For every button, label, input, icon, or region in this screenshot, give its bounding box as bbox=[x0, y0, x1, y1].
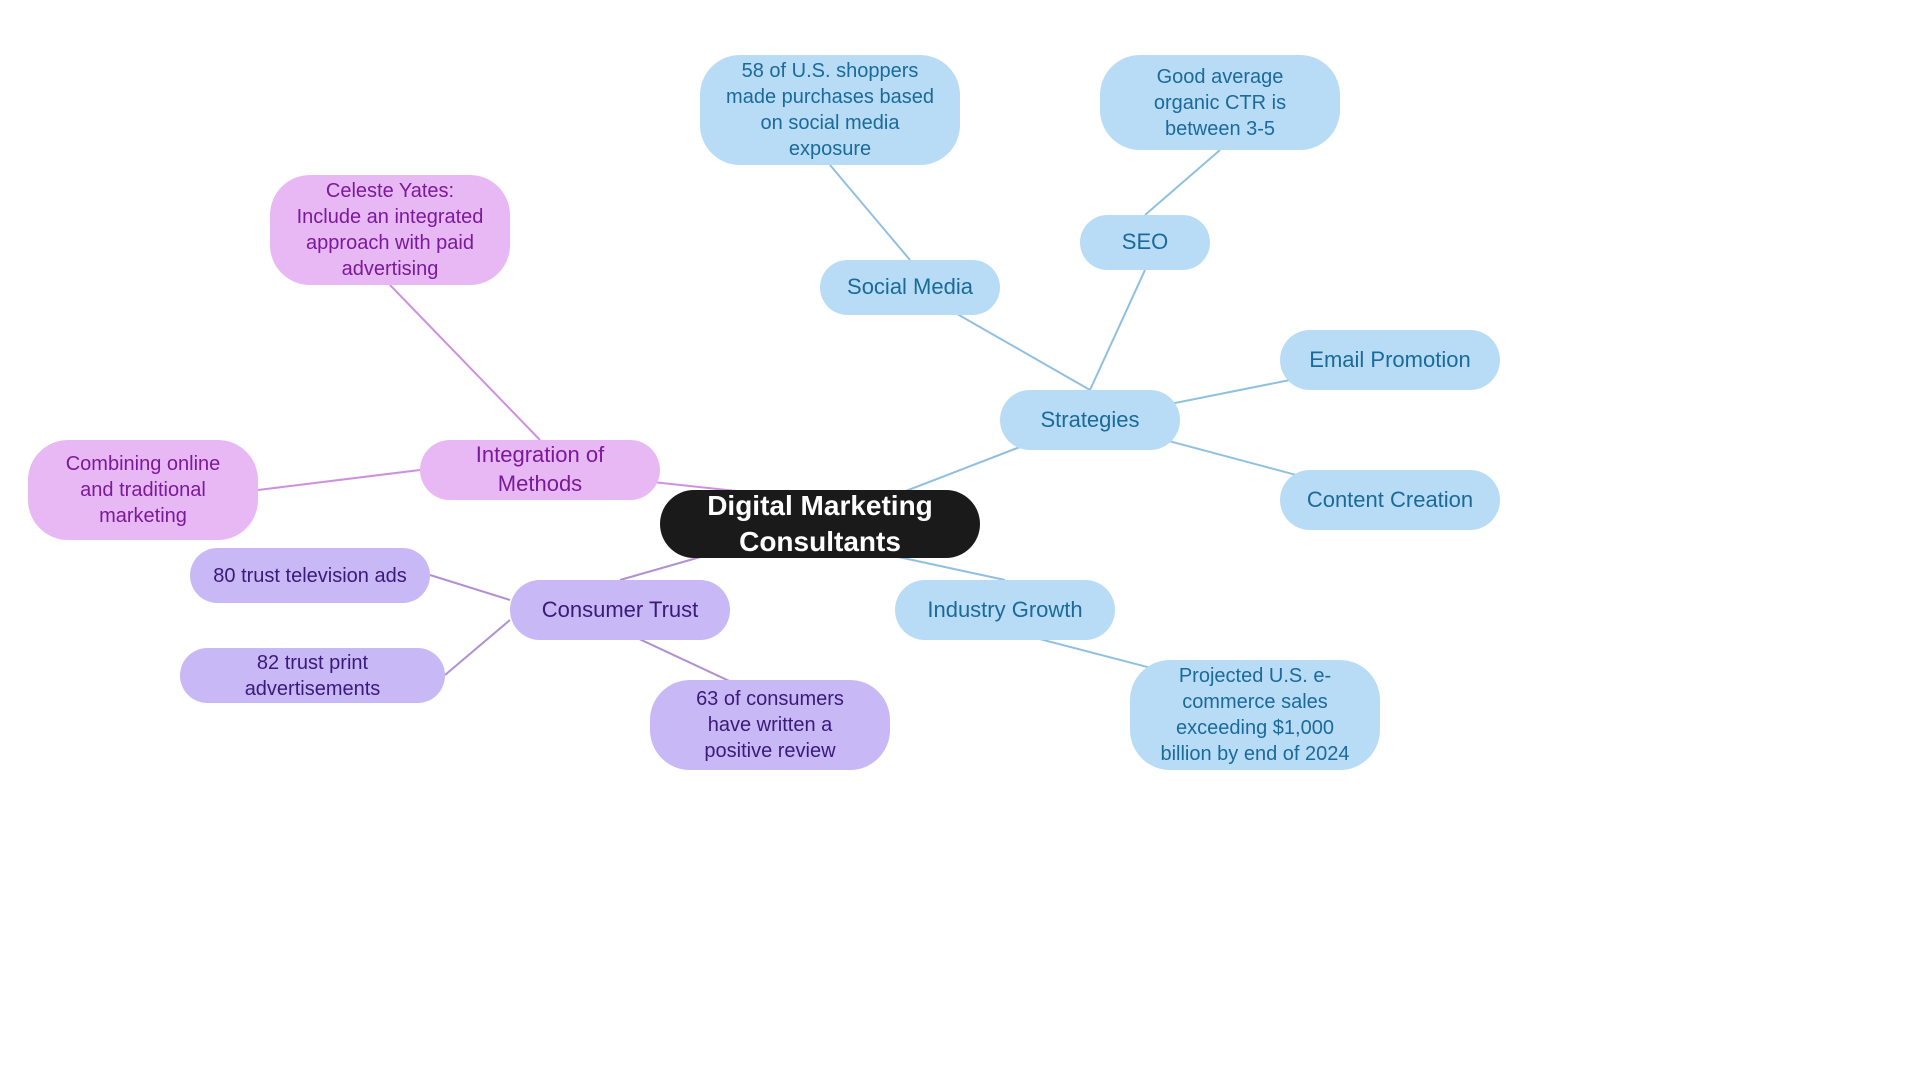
center-node: Digital Marketing Consultants bbox=[660, 490, 980, 558]
strategies-node: Strategies bbox=[1000, 390, 1180, 450]
celeste-node: Celeste Yates: Include an integrated app… bbox=[270, 175, 510, 285]
integration-node: Integration of Methods bbox=[420, 440, 660, 500]
positive-review-node: 63 of consumers have written a positive … bbox=[650, 680, 890, 770]
combining-node: Combining online and traditional marketi… bbox=[28, 440, 258, 540]
tv-ads-node: 80 trust television ads bbox=[190, 548, 430, 603]
ecommerce-stat-node: Projected U.S. e-commerce sales exceedin… bbox=[1130, 660, 1380, 770]
industry-growth-node: Industry Growth bbox=[895, 580, 1115, 640]
social-media-stat-node: 58 of U.S. shoppers made purchases based… bbox=[700, 55, 960, 165]
seo-node: SEO bbox=[1080, 215, 1210, 270]
print-ads-node: 82 trust print advertisements bbox=[180, 648, 445, 703]
email-promotion-node: Email Promotion bbox=[1280, 330, 1500, 390]
consumer-trust-node: Consumer Trust bbox=[510, 580, 730, 640]
content-creation-node: Content Creation bbox=[1280, 470, 1500, 530]
social-media-node: Social Media bbox=[820, 260, 1000, 315]
seo-stat-node: Good average organic CTR is between 3-5 bbox=[1100, 55, 1340, 150]
